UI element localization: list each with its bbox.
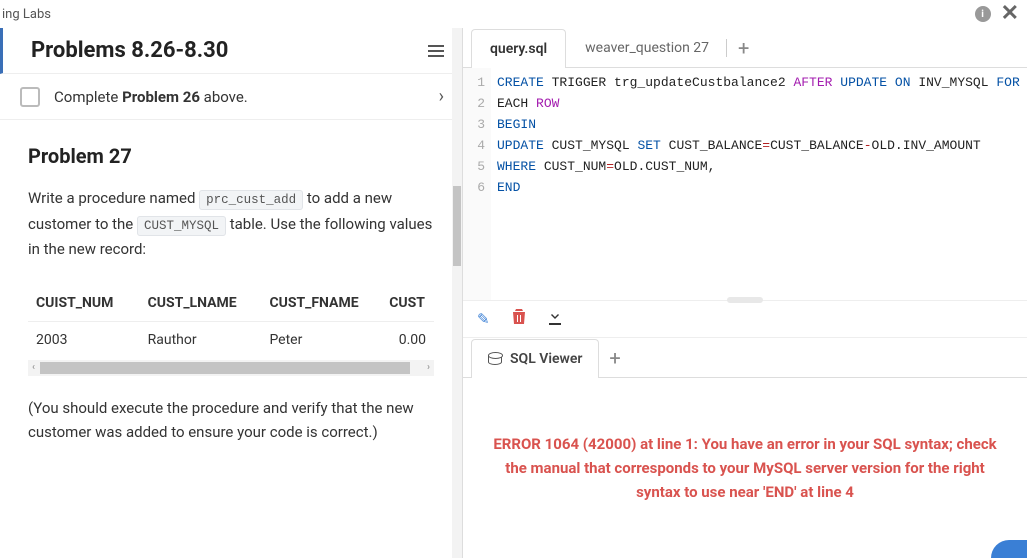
complete-problem-row[interactable]: Complete Problem 26 above. ›: [0, 74, 462, 120]
code-table-name: CUST_MYSQL: [137, 216, 226, 236]
table-row: 2003 Rauthor Peter 0.00: [28, 321, 434, 358]
values-table: CUIST_NUM CUST_LNAME CUST_FNAME CUST 200…: [28, 285, 434, 358]
close-icon[interactable]: ✕: [1001, 3, 1019, 25]
th-fname: CUST_FNAME: [261, 285, 381, 322]
database-icon: [488, 353, 502, 365]
info-icon[interactable]: i: [975, 6, 991, 22]
editor-toolbar: ✎: [463, 300, 1027, 338]
add-viewer-tab-icon[interactable]: +: [599, 346, 630, 370]
left-vertical-scrollbar[interactable]: [452, 28, 462, 558]
tab-label: weaver_question 27: [585, 40, 709, 56]
viewer-tabs: SQL Viewer +: [463, 338, 1027, 378]
problems-title: Problems 8.26-8.30: [31, 38, 228, 63]
problem-content: Problem 27 Write a procedure named prc_c…: [0, 120, 462, 558]
problem-text: Write a procedure named prc_cust_add to …: [28, 186, 434, 263]
code-editor[interactable]: 1 2 3 4 5 6 CREATE TRIGGER trg_updateCus…: [463, 68, 1027, 300]
chevron-right-icon[interactable]: ›: [439, 86, 444, 107]
left-scroll-thumb[interactable]: [453, 186, 461, 266]
complete-checkbox[interactable]: [20, 87, 40, 107]
editor-panel: query.sql weaver_question 27 + 1 2 3 4 5…: [463, 28, 1027, 558]
code-proc-name: prc_cust_add: [199, 190, 303, 210]
app-title: ing Labs: [0, 7, 51, 22]
complete-label: Complete Problem 26 above.: [54, 88, 248, 106]
scroll-thumb[interactable]: [40, 362, 410, 374]
trash-icon[interactable]: [512, 309, 526, 329]
th-lname: CUST_LNAME: [140, 285, 262, 322]
th-custnum: CUIST_NUM: [28, 285, 140, 322]
menu-icon[interactable]: [428, 45, 444, 57]
tab-sql-viewer[interactable]: SQL Viewer: [471, 339, 599, 378]
download-icon[interactable]: [548, 309, 562, 329]
scroll-right-icon[interactable]: ›: [427, 362, 430, 373]
scroll-left-icon[interactable]: ‹: [32, 362, 35, 373]
problems-panel: Problems 8.26-8.30 Complete Problem 26 a…: [0, 28, 463, 558]
line-gutter: 1 2 3 4 5 6: [463, 68, 491, 300]
drag-handle[interactable]: [727, 297, 763, 303]
viewer-tab-label: SQL Viewer: [510, 351, 582, 367]
code-body[interactable]: CREATE TRIGGER trg_updateCustbalance2 AF…: [491, 68, 1027, 300]
th-cust: CUST: [381, 285, 434, 322]
edit-icon[interactable]: ✎: [477, 310, 490, 328]
problems-header: Problems 8.26-8.30: [0, 28, 462, 74]
values-table-wrap: CUIST_NUM CUST_LNAME CUST_FNAME CUST 200…: [28, 285, 434, 376]
tab-query-sql[interactable]: query.sql: [471, 29, 566, 68]
problem-note: (You should execute the procedure and ve…: [28, 396, 434, 444]
problem-heading: Problem 27: [28, 144, 434, 168]
editor-tabs: query.sql weaver_question 27 +: [463, 28, 1027, 68]
add-tab-icon[interactable]: +: [728, 36, 759, 60]
tab-label: query.sql: [490, 41, 547, 57]
top-bar: ing Labs i ✕: [0, 0, 1027, 28]
tab-weaver-question[interactable]: weaver_question 27: [566, 28, 728, 67]
table-horizontal-scrollbar[interactable]: ‹ ›: [28, 360, 434, 376]
sql-error-text: ERROR 1064 (42000) at line 1: You have a…: [491, 432, 999, 504]
sql-output-panel: ERROR 1064 (42000) at line 1: You have a…: [463, 378, 1027, 558]
